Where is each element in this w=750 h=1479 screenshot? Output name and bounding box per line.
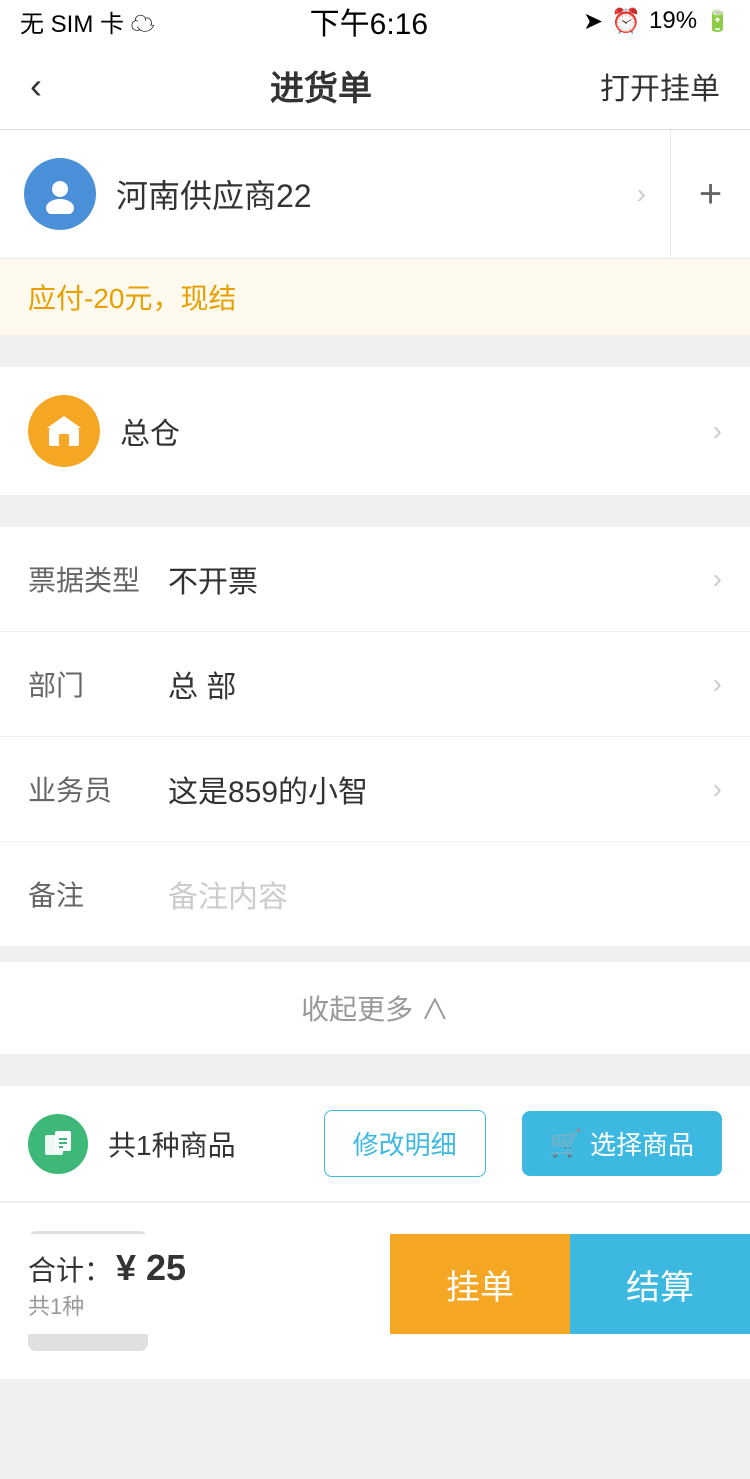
add-supplier-button[interactable]: + [670,130,750,258]
page-title: 进货单 [270,61,372,110]
status-right: ➤ ⏰ 19% 🔋 [583,7,730,36]
chevron-right-icon: › [713,563,722,595]
products-icon [28,1114,88,1174]
remark-label: 备注 [28,874,168,914]
collapse-more-button[interactable]: 收起更多 ∧ [0,962,750,1054]
invoice-type-row[interactable]: 票据类型 不开票 › [0,527,750,632]
department-label: 部门 [28,664,168,704]
warehouse-name: 总仓 [120,409,713,453]
salesperson-label: 业务员 [28,769,168,809]
cart-icon: 🛒 [550,1128,582,1159]
edit-detail-button[interactable]: 修改明细 [324,1110,486,1177]
chevron-right-icon: › [637,178,646,210]
salesperson-value: 这是859的小智 [168,767,713,811]
status-bar: 无 SIM 卡 ☁ 下午6:16 ➤ ⏰ 19% 🔋 [0,0,750,42]
chevron-right-icon: › [713,668,722,700]
products-header: 共1种商品 修改明细 🛒 选择商品 [0,1086,750,1201]
form-section: 票据类型 不开票 › 部门 总 部 › 业务员 这是859的小智 › 备注 备注… [0,527,750,946]
status-time: 下午6:16 [310,0,428,43]
total-value: ¥ 25 [116,1247,186,1289]
battery-level: 19% [649,7,697,35]
supplier-section: 河南供应商22 › + [0,130,750,259]
supplier-name: 河南供应商22 [116,171,617,217]
status-network: 无 SIM 卡 ☁ [20,4,155,39]
warehouse-icon [28,395,100,467]
warning-banner: 应付-20元，现结 [0,259,750,335]
invoice-type-value: 不开票 [168,557,713,601]
supplier-selector[interactable]: 河南供应商22 › [0,130,670,258]
location-icon: ➤ [583,7,603,36]
remark-row[interactable]: 备注 备注内容 [0,842,750,946]
nav-bar: ‹ 进货单 打开挂单 [0,42,750,130]
chevron-right-icon: › [713,773,722,805]
department-row[interactable]: 部门 总 部 › [0,632,750,737]
alarm-icon: ⏰ [611,7,641,36]
department-value: 总 部 [168,662,713,706]
total-section: 合计： ¥ 25 共1种 [0,1234,390,1334]
checkout-button[interactable]: 结算 [570,1234,750,1334]
status-left: 无 SIM 卡 ☁ [20,4,155,39]
battery-icon: 🔋 [705,9,730,34]
invoice-type-label: 票据类型 [28,559,168,599]
select-product-button[interactable]: 🛒 选择商品 [522,1111,722,1176]
total-count: 共1种 [28,1289,362,1321]
select-product-label: 选择商品 [590,1125,694,1162]
open-hold-button[interactable]: 打开挂单 [600,64,720,108]
remark-placeholder: 备注内容 [168,872,722,916]
warehouse-row[interactable]: 总仓 › [0,367,750,495]
avatar [24,158,96,230]
back-button[interactable]: ‹ [30,65,42,107]
bottom-bar: 合计： ¥ 25 共1种 挂单 结算 [0,1234,750,1334]
chevron-right-icon: › [713,415,722,447]
hold-button[interactable]: 挂单 [390,1234,570,1334]
warning-text: 应付-20元，现结 [28,277,722,317]
collapse-label: 收起更多 ∧ [301,988,449,1028]
salesperson-row[interactable]: 业务员 这是859的小智 › [0,737,750,842]
products-count: 共1种商品 [108,1124,304,1164]
total-label: 合计： [28,1249,112,1289]
